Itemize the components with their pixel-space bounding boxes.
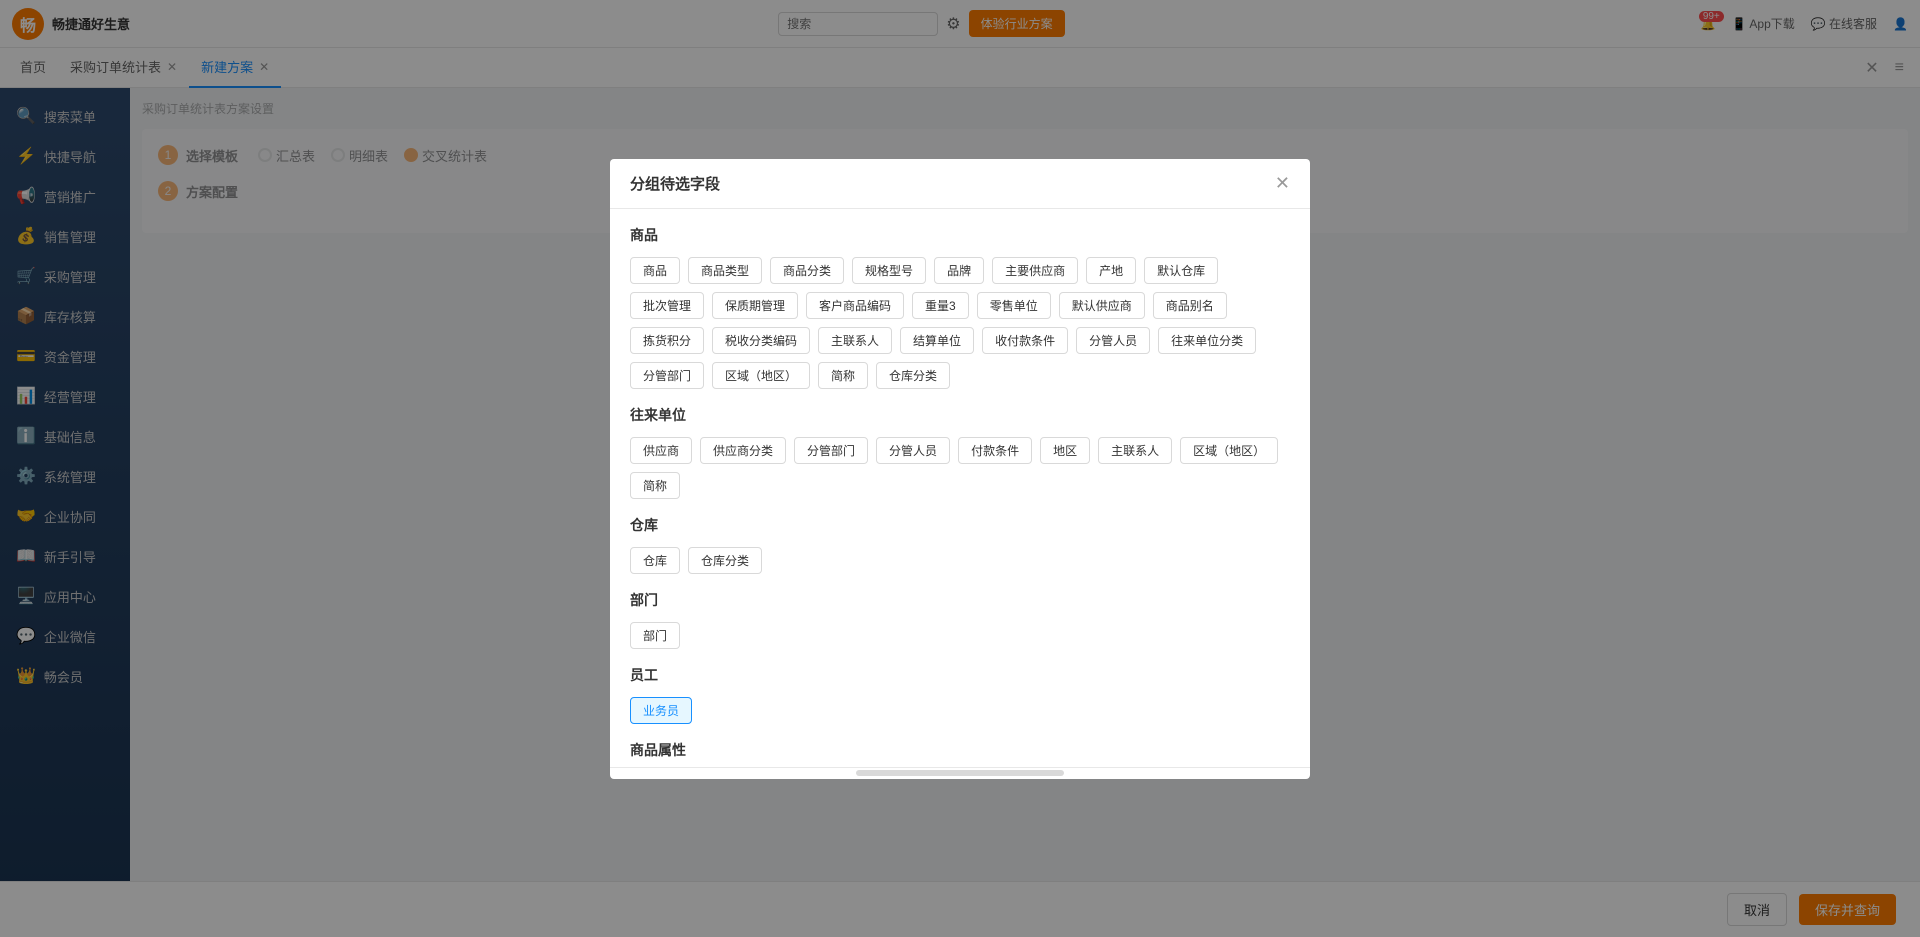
- tag-staff-1[interactable]: 业务员: [630, 697, 692, 724]
- tag-product-23[interactable]: 分管部门: [630, 362, 704, 389]
- modal-title: 分组待选字段: [630, 173, 720, 194]
- tag-product-13[interactable]: 零售单位: [977, 292, 1051, 319]
- section-title-product: 商品: [630, 225, 1290, 245]
- tag-product-3[interactable]: 商品分类: [770, 257, 844, 284]
- tag-partner-7[interactable]: 主联系人: [1098, 437, 1172, 464]
- tag-partner-4[interactable]: 分管人员: [876, 437, 950, 464]
- tag-product-1[interactable]: 商品: [630, 257, 680, 284]
- tags-grid-warehouse: 仓库 仓库分类: [630, 547, 1290, 574]
- tag-product-6[interactable]: 主要供应商: [992, 257, 1078, 284]
- tag-partner-9[interactable]: 简称: [630, 472, 680, 499]
- tag-product-14[interactable]: 默认供应商: [1059, 292, 1145, 319]
- tags-grid-product: 商品 商品类型 商品分类 规格型号 品牌 主要供应商 产地 默认仓库 批次管理 …: [630, 257, 1290, 389]
- section-title-warehouse: 仓库: [630, 515, 1290, 535]
- tag-product-24[interactable]: 区域（地区）: [712, 362, 810, 389]
- tag-warehouse-2[interactable]: 仓库分类: [688, 547, 762, 574]
- tag-product-9[interactable]: 批次管理: [630, 292, 704, 319]
- tag-product-2[interactable]: 商品类型: [688, 257, 762, 284]
- tag-partner-3[interactable]: 分管部门: [794, 437, 868, 464]
- tag-partner-8[interactable]: 区域（地区）: [1180, 437, 1278, 464]
- tag-partner-2[interactable]: 供应商分类: [700, 437, 786, 464]
- tag-product-16[interactable]: 拣货积分: [630, 327, 704, 354]
- modal-header: 分组待选字段 ✕: [610, 159, 1310, 209]
- tag-product-10[interactable]: 保质期管理: [712, 292, 798, 319]
- modal-body: 商品 商品 商品类型 商品分类 规格型号 品牌 主要供应商 产地 默认仓库 批次…: [610, 209, 1310, 767]
- tag-product-17[interactable]: 税收分类编码: [712, 327, 810, 354]
- tag-product-22[interactable]: 往来单位分类: [1158, 327, 1256, 354]
- tag-product-15[interactable]: 商品别名: [1153, 292, 1227, 319]
- tags-grid-dept: 部门: [630, 622, 1290, 649]
- field-select-modal: 分组待选字段 ✕ 商品 商品 商品类型 商品分类 规格型号 品牌 主要供应商 产…: [610, 159, 1310, 779]
- tag-product-18[interactable]: 主联系人: [818, 327, 892, 354]
- tag-product-7[interactable]: 产地: [1086, 257, 1136, 284]
- modal-close-button[interactable]: ✕: [1275, 174, 1290, 192]
- tag-partner-6[interactable]: 地区: [1040, 437, 1090, 464]
- tags-grid-staff: 业务员: [630, 697, 1290, 724]
- section-title-dept: 部门: [630, 590, 1290, 610]
- tag-product-11[interactable]: 客户商品编码: [806, 292, 904, 319]
- tag-product-8[interactable]: 默认仓库: [1144, 257, 1218, 284]
- tag-product-21[interactable]: 分管人员: [1076, 327, 1150, 354]
- tag-partner-1[interactable]: 供应商: [630, 437, 692, 464]
- tag-product-26[interactable]: 仓库分类: [876, 362, 950, 389]
- tag-partner-5[interactable]: 付款条件: [958, 437, 1032, 464]
- modal-overlay: 分组待选字段 ✕ 商品 商品 商品类型 商品分类 规格型号 品牌 主要供应商 产…: [0, 0, 1920, 937]
- section-title-attr: 商品属性: [630, 740, 1290, 760]
- tag-product-5[interactable]: 品牌: [934, 257, 984, 284]
- tag-dept-1[interactable]: 部门: [630, 622, 680, 649]
- tag-warehouse-1[interactable]: 仓库: [630, 547, 680, 574]
- tag-product-25[interactable]: 简称: [818, 362, 868, 389]
- tag-product-20[interactable]: 收付款条件: [982, 327, 1068, 354]
- tags-grid-partner: 供应商 供应商分类 分管部门 分管人员 付款条件 地区 主联系人 区域（地区） …: [630, 437, 1290, 499]
- tag-product-4[interactable]: 规格型号: [852, 257, 926, 284]
- section-title-staff: 员工: [630, 665, 1290, 685]
- modal-hscroll[interactable]: [610, 767, 1310, 779]
- tag-product-19[interactable]: 结算单位: [900, 327, 974, 354]
- tag-product-12[interactable]: 重量3: [912, 292, 969, 319]
- section-title-partner: 往来单位: [630, 405, 1290, 425]
